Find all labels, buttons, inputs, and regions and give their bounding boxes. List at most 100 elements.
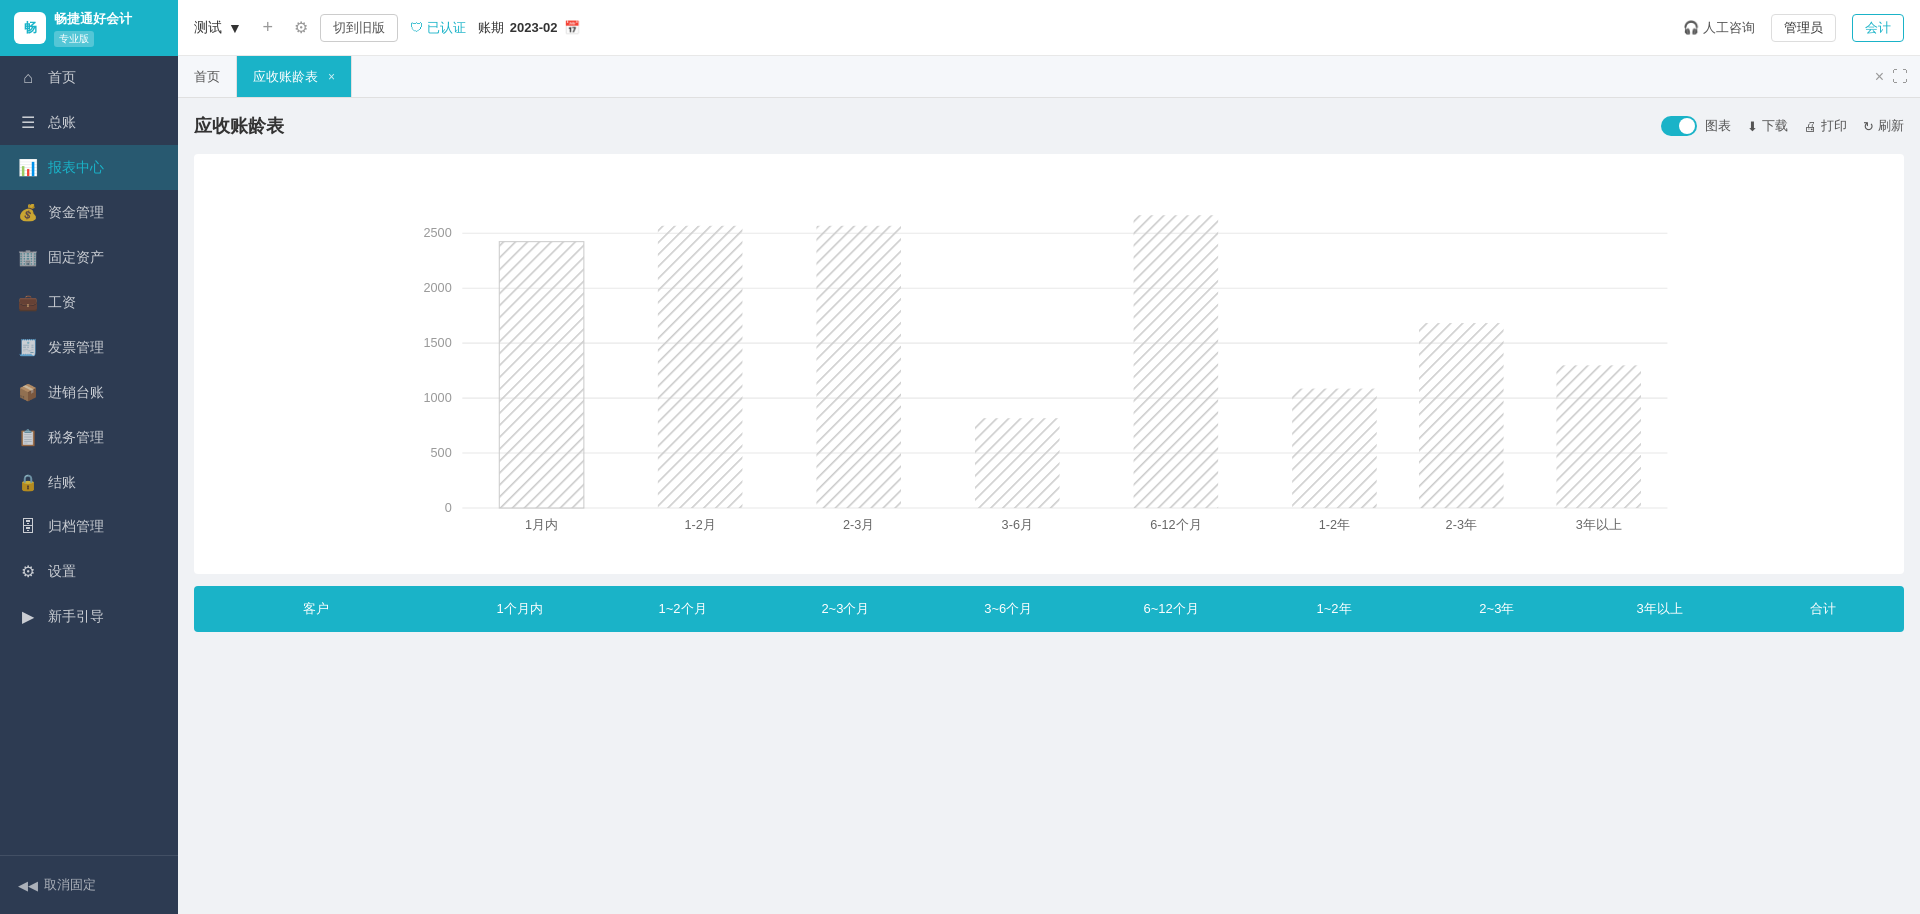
sidebar-item-tax[interactable]: 📋 税务管理 xyxy=(0,415,178,460)
sidebar-item-archive[interactable]: 🗄 归档管理 xyxy=(0,505,178,549)
expand-panel-button[interactable]: ⛶ xyxy=(1892,68,1908,86)
sidebar-item-label: 新手引导 xyxy=(48,608,104,626)
sidebar-logo: 畅 畅捷通好会计 专业版 xyxy=(0,0,178,56)
svg-text:1-2月: 1-2月 xyxy=(684,518,715,532)
home-icon: ⌂ xyxy=(18,69,38,87)
toggle-label: 图表 xyxy=(1705,117,1731,135)
help-button[interactable]: 🎧 人工咨询 xyxy=(1683,19,1755,37)
svg-rect-16 xyxy=(816,226,901,508)
old-version-button[interactable]: 切到旧版 xyxy=(320,14,398,42)
sidebar-item-assets[interactable]: 🏢 固定资产 xyxy=(0,235,178,280)
sidebar-item-label: 工资 xyxy=(48,294,76,312)
sidebar-item-settings[interactable]: ⚙ 设置 xyxy=(0,549,178,594)
sidebar-item-ledger[interactable]: ☰ 总账 xyxy=(0,100,178,145)
toggle-switch[interactable] xyxy=(1661,116,1697,136)
data-table: 客户1个月内1~2个月2~3个月3~6个月6~12个月1~2年2~3年3年以上合… xyxy=(194,586,1904,632)
sidebar-item-label: 首页 xyxy=(48,69,76,87)
headset-icon: 🎧 xyxy=(1683,20,1699,35)
sidebar-item-label: 归档管理 xyxy=(48,518,104,536)
sidebar-nav: ⌂ 首页 ☰ 总账 📊 报表中心 💰 资金管理 🏢 固定资产 💼 工资 🧾 发票… xyxy=(0,56,178,855)
svg-text:0: 0 xyxy=(445,501,452,515)
app-logo-icon: 畅 xyxy=(14,12,46,44)
sidebar-item-invoice[interactable]: 🧾 发票管理 xyxy=(0,325,178,370)
company-selector[interactable]: 测试 ▼ xyxy=(194,19,242,37)
tabbar-right-buttons: × ⛶ xyxy=(1875,56,1920,97)
table-header-cell: 1~2个月 xyxy=(601,586,764,632)
table-header-row: 客户1个月内1~2个月2~3个月3~6个月6~12个月1~2年2~3年3年以上合… xyxy=(194,586,1904,632)
download-button[interactable]: ⬇ 下载 xyxy=(1747,117,1788,135)
svg-text:1月内: 1月内 xyxy=(525,518,558,532)
app-name: 畅捷通好会计 xyxy=(54,10,132,28)
print-icon: 🖨 xyxy=(1804,119,1817,134)
sidebar-item-funds[interactable]: 💰 资金管理 xyxy=(0,190,178,235)
assets-icon: 🏢 xyxy=(18,248,38,267)
sidebar-item-guide[interactable]: ▶ 新手引导 xyxy=(0,594,178,639)
calendar-icon[interactable]: 📅 xyxy=(564,20,580,35)
app-logo-text: 畅捷通好会计 专业版 xyxy=(54,10,132,47)
svg-text:2-3年: 2-3年 xyxy=(1446,518,1477,532)
svg-text:2-3月: 2-3月 xyxy=(843,518,874,532)
table-header-cell: 1个月内 xyxy=(438,586,601,632)
print-label: 打印 xyxy=(1821,117,1847,135)
reports-icon: 📊 xyxy=(18,158,38,177)
svg-rect-18 xyxy=(1134,215,1219,508)
pin-icon: ◀◀ xyxy=(18,878,38,893)
svg-rect-20 xyxy=(1419,323,1504,508)
sidebar-item-label: 进销台账 xyxy=(48,384,104,402)
svg-rect-21 xyxy=(1556,365,1641,508)
sidebar-item-label: 资金管理 xyxy=(48,204,104,222)
tab-close-icon[interactable]: × xyxy=(328,70,335,84)
accounting-period: 账期 2023-02 📅 xyxy=(478,19,580,37)
cancel-pin-label: 取消固定 xyxy=(44,876,96,894)
tab-应收账龄表[interactable]: 应收账龄表× xyxy=(237,56,352,97)
tab-label: 首页 xyxy=(194,68,220,86)
print-button[interactable]: 🖨 打印 xyxy=(1804,117,1847,135)
chart-toggle[interactable]: 图表 xyxy=(1661,116,1731,136)
topbar-right: 🎧 人工咨询 管理员 会计 xyxy=(1683,14,1904,42)
role-button[interactable]: 会计 xyxy=(1852,14,1904,42)
svg-rect-19 xyxy=(1292,389,1377,508)
sidebar-item-salary[interactable]: 💼 工资 xyxy=(0,280,178,325)
svg-text:3-6月: 3-6月 xyxy=(1002,518,1033,532)
svg-text:500: 500 xyxy=(431,446,452,460)
svg-text:1000: 1000 xyxy=(424,391,452,405)
archive-icon: 🗄 xyxy=(18,518,38,536)
tab-首页[interactable]: 首页 xyxy=(178,56,237,97)
sidebar-item-purchase[interactable]: 📦 进销台账 xyxy=(0,370,178,415)
table-header-cell: 合计 xyxy=(1741,586,1904,632)
sidebar: 畅 畅捷通好会计 专业版 ⌂ 首页 ☰ 总账 📊 报表中心 💰 资金管理 🏢 固… xyxy=(0,0,178,914)
sidebar-item-label: 总账 xyxy=(48,114,76,132)
svg-text:2000: 2000 xyxy=(424,281,452,295)
page-title: 应收账龄表 xyxy=(194,114,284,138)
settings-button[interactable]: ⚙ xyxy=(294,18,308,37)
admin-button[interactable]: 管理员 xyxy=(1771,14,1836,42)
sidebar-item-home[interactable]: ⌂ 首页 xyxy=(0,56,178,100)
help-label: 人工咨询 xyxy=(1703,19,1755,37)
add-company-button[interactable]: + xyxy=(254,14,282,42)
ledger-icon: ☰ xyxy=(18,113,38,132)
tax-icon: 📋 xyxy=(18,428,38,447)
sidebar-item-label: 设置 xyxy=(48,563,76,581)
svg-text:6-12个月: 6-12个月 xyxy=(1150,518,1201,532)
table-header-cell: 2~3个月 xyxy=(764,586,927,632)
invoice-icon: 🧾 xyxy=(18,338,38,357)
certified-label: 已认证 xyxy=(427,19,466,37)
salary-icon: 💼 xyxy=(18,293,38,312)
sidebar-item-closing[interactable]: 🔒 结账 xyxy=(0,460,178,505)
page-actions: 图表 ⬇ 下载 🖨 打印 ↻ 刷新 xyxy=(1661,116,1904,136)
sidebar-item-reports[interactable]: 📊 报表中心 xyxy=(0,145,178,190)
sidebar-item-label: 税务管理 xyxy=(48,429,104,447)
close-panel-button[interactable]: × xyxy=(1875,68,1884,86)
funds-icon: 💰 xyxy=(18,203,38,222)
page-header: 应收账龄表 图表 ⬇ 下载 🖨 打印 ↻ 刷新 xyxy=(194,114,1904,142)
table-header-cell: 3年以上 xyxy=(1578,586,1741,632)
refresh-button[interactable]: ↻ 刷新 xyxy=(1863,117,1904,135)
period-value: 2023-02 xyxy=(510,20,558,35)
tabbar: 首页应收账龄表× × ⛶ xyxy=(178,56,1920,98)
svg-rect-15 xyxy=(658,226,743,508)
cancel-pin-button[interactable]: ◀◀ 取消固定 xyxy=(0,866,178,904)
certification-status: 🛡 已认证 xyxy=(410,19,466,37)
svg-text:2500: 2500 xyxy=(424,226,452,240)
sidebar-item-label: 固定资产 xyxy=(48,249,104,267)
svg-text:1500: 1500 xyxy=(424,336,452,350)
